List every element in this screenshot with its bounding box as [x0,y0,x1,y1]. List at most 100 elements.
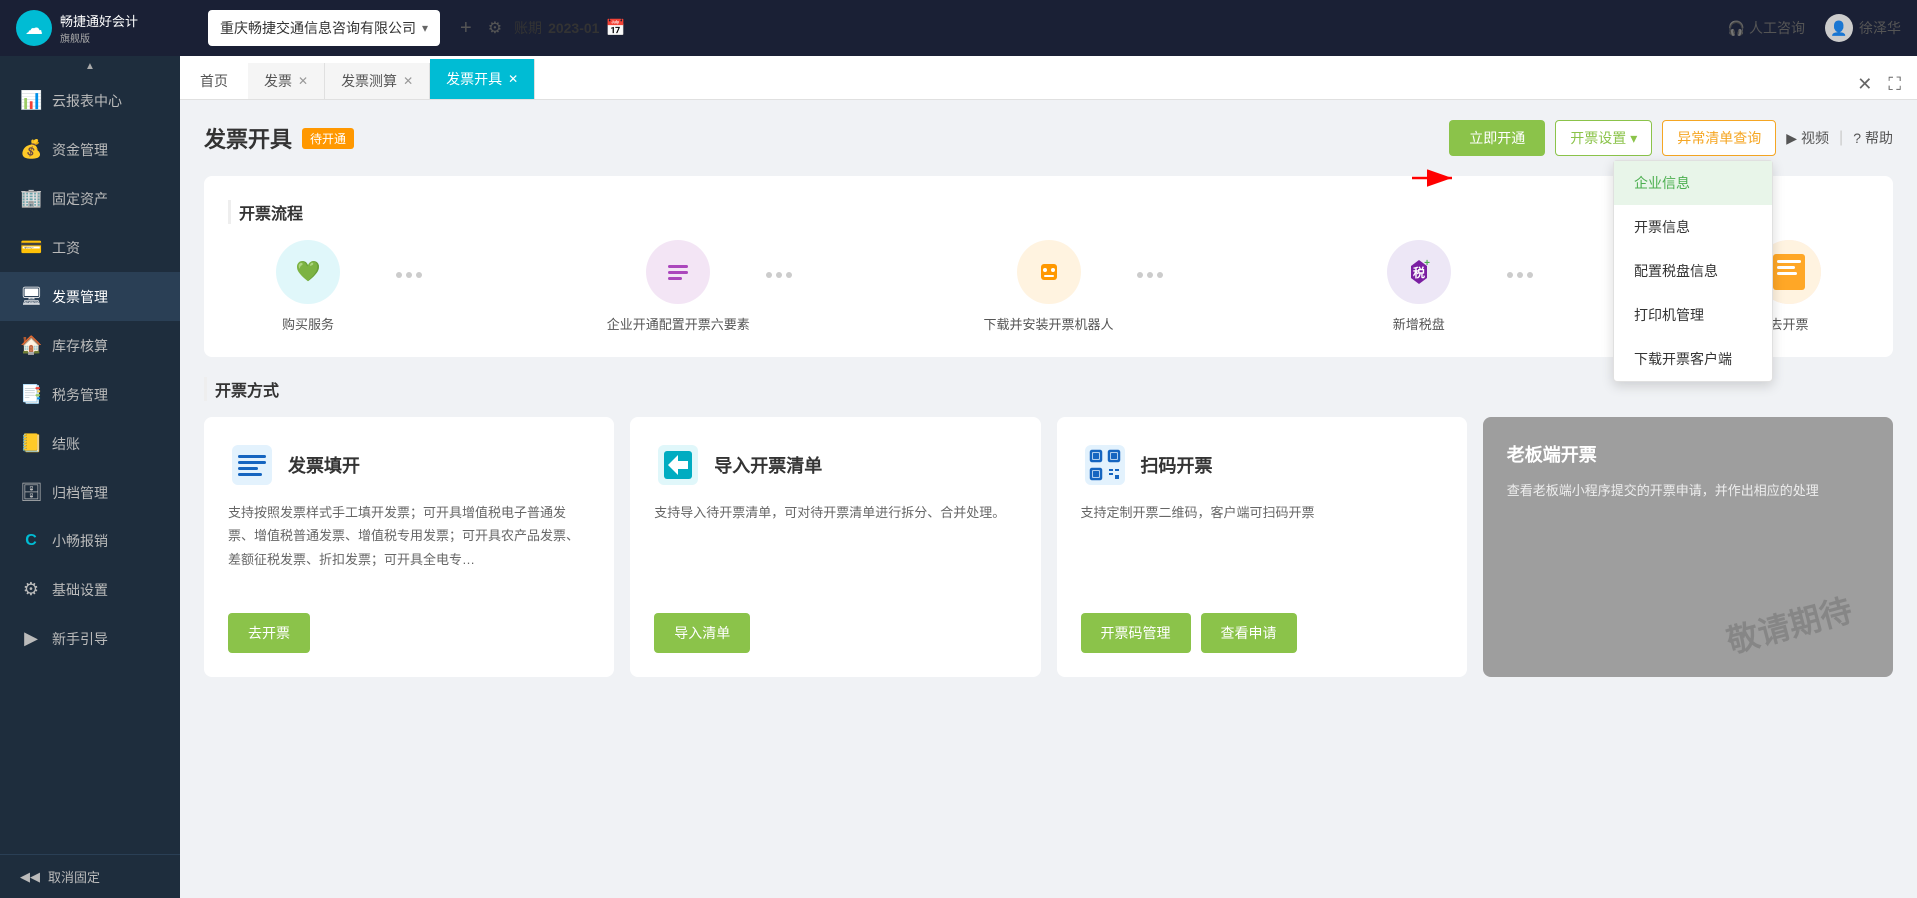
dropdown-item-invoice-info[interactable]: 开票信息 [1614,205,1772,249]
main-layout: ▲ 📊 云报表中心 💰 资金管理 🏢 固定资产 💳 工资 🖥 发票管理 🏠 库存… [0,56,1917,898]
connector-2 [758,272,968,302]
sidebar-bottom: ◀◀ 取消固定 [0,854,180,898]
method-card-header-3: 扫码开票 [1081,441,1443,489]
dropdown-item-download-client[interactable]: 下载开票客户端 [1614,337,1772,381]
sidebar-item-salary[interactable]: 💳 工资 [0,223,180,272]
sidebar-item-inventory[interactable]: 🏠 库存核算 [0,321,180,370]
method-card-scan-invoice: 扫码开票 支持定制开票二维码，客户端可扫码开票 开票码管理 查看申请 [1057,417,1467,677]
xiaochang-icon: C [20,532,42,550]
method-card-header-4: 老板端开票 [1507,441,1869,467]
tab-invoice[interactable]: 发票 ✕ [248,63,325,99]
sidebar-item-checkout[interactable]: 📒 结账 [0,419,180,468]
sidebar-item-basic[interactable]: ⚙ 基础设置 [0,565,180,614]
dot [1517,272,1523,278]
close-window-button[interactable]: ✕ [1853,70,1876,99]
inventory-icon: 🏠 [20,335,42,356]
expand-window-button[interactable]: ⛶ [1884,70,1905,99]
tab-invoice-tool-close[interactable]: ✕ [508,72,518,86]
view-apply-button[interactable]: 查看申请 [1201,613,1297,653]
tab-invoice-calc[interactable]: 发票测算 ✕ [325,63,430,99]
sidebar-item-xiaochang[interactable]: C 小畅报销 [0,517,180,565]
scan-buttons: 开票码管理 查看申请 [1081,613,1443,653]
scan-invoice-icon [1081,441,1129,489]
user-menu[interactable]: 👤 徐泽华 [1825,14,1901,42]
company-selector[interactable]: 重庆畅捷交通信息咨询有限公司 ▾ [208,10,440,46]
header-right: 🎧 人工咨询 👤 徐泽华 [1728,14,1901,42]
manual-fill-icon [228,441,276,489]
guide-icon: ▶ [20,628,42,649]
consult-button[interactable]: 🎧 人工咨询 [1728,18,1805,38]
qrcode-manage-button[interactable]: 开票码管理 [1081,613,1191,653]
header-actions: + ⚙ [460,17,502,40]
tax-icon: 📑 [20,384,42,405]
dropdown-item-company-info[interactable]: 企业信息 [1614,161,1772,205]
go-invoice-button[interactable]: 去开票 [228,613,310,653]
page-title-right: 立即开通 开票设置 ▾ 异常清单查询 ▶ 视频 | ? 帮助 [1449,120,1893,156]
help-icon: ? [1853,130,1861,146]
import-list-icon [654,441,702,489]
content-area: 首页 发票 ✕ 发票测算 ✕ 发票开具 ✕ ✕ ⛶ [180,56,1917,898]
fund-icon: 💰 [20,139,42,160]
tab-home[interactable]: 首页 [180,63,248,99]
abnormal-button[interactable]: 异常清单查询 [1662,120,1776,156]
calendar-icon[interactable]: 📅 [605,18,625,38]
play-icon: ▶ [1786,130,1797,147]
flow-step-download-robot: 下载并安装开票机器人 [969,240,1129,333]
add-button[interactable]: + [460,17,472,40]
tax-svg: 税 + [1401,254,1437,290]
video-button[interactable]: ▶ 视频 [1786,128,1829,148]
red-arrow-svg [1402,163,1462,193]
pin-icon: ◀◀ [20,869,40,885]
list-svg [660,254,696,290]
tab-invoice-calc-close[interactable]: ✕ [403,74,413,88]
fixed-assets-icon: 🏢 [20,188,42,209]
flow-step-buy-service: 💚 购买服务 [228,240,388,333]
logo-area: ☁ 畅捷通好会计 旗舰版 [16,10,196,46]
settings-button[interactable]: 开票设置 ▾ [1555,120,1652,156]
open-button[interactable]: 立即开通 [1449,120,1545,156]
company-config-icon [646,240,710,304]
method-cards: 发票填开 支持按照发票样式手工填开发票；可开具增值税电子普通发票、增值税普通发票… [204,417,1893,677]
dot [406,272,412,278]
buy-service-icon: 💚 [276,240,340,304]
heart-plus-svg: 💚 [290,254,326,290]
sidebar-scroll-up[interactable]: ▲ [0,56,180,76]
settings-dropdown-icon: ▾ [1630,130,1637,147]
dot [1147,272,1153,278]
tab-bar: 首页 发票 ✕ 发票测算 ✕ 发票开具 ✕ ✕ ⛶ [180,56,1917,100]
tab-invoice-close[interactable]: ✕ [298,74,308,88]
import-list-svg [654,441,702,489]
cloud-report-icon: 📊 [20,90,42,111]
dropdown-item-tax-disk[interactable]: 配置税盘信息 [1614,249,1772,293]
period-display: 账期 2023-01 📅 [514,18,625,38]
page-title-left: 发票开具 待开通 [204,122,354,154]
dot [416,272,422,278]
sidebar-item-fixed-assets[interactable]: 🏢 固定资产 [0,174,180,223]
sidebar-item-cloud-report[interactable]: 📊 云报表中心 [0,76,180,125]
scan-svg [1081,441,1129,489]
settings-dropdown-menu: 企业信息 开票信息 配置税盘信息 打印机管理 下载开票客户端 [1613,160,1773,382]
cancel-fixed-button[interactable]: ◀◀ 取消固定 [0,855,180,898]
svg-text:💚: 💚 [296,260,321,283]
tab-invoice-tool[interactable]: 发票开具 ✕ [430,59,535,99]
sidebar-item-guide[interactable]: ▶ 新手引导 [0,614,180,663]
sidebar-item-fund[interactable]: 💰 资金管理 [0,125,180,174]
invoice-icon: 🖥 [20,286,42,307]
sidebar-item-invoice[interactable]: 🖥 发票管理 [0,272,180,321]
help-button[interactable]: ? 帮助 [1853,128,1893,148]
basic-icon: ⚙ [20,579,42,600]
dot [1157,272,1163,278]
manual-fill-svg [228,441,276,489]
sidebar-item-archive[interactable]: 🗄 归档管理 [0,468,180,517]
robot-svg [1031,254,1067,290]
page-title: 发票开具 [204,122,292,154]
method-card-manual-fill: 发票填开 支持按照发票样式手工填开发票；可开具增值税电子普通发票、增值税普通发票… [204,417,614,677]
connector-3 [1129,272,1339,302]
dropdown-item-printer[interactable]: 打印机管理 [1614,293,1772,337]
flow-dots-3 [1129,272,1189,278]
status-badge: 待开通 [302,128,354,149]
sidebar-item-tax[interactable]: 📑 税务管理 [0,370,180,419]
dot [1507,272,1513,278]
settings-icon[interactable]: ⚙ [488,18,502,38]
import-list-button[interactable]: 导入清单 [654,613,750,653]
